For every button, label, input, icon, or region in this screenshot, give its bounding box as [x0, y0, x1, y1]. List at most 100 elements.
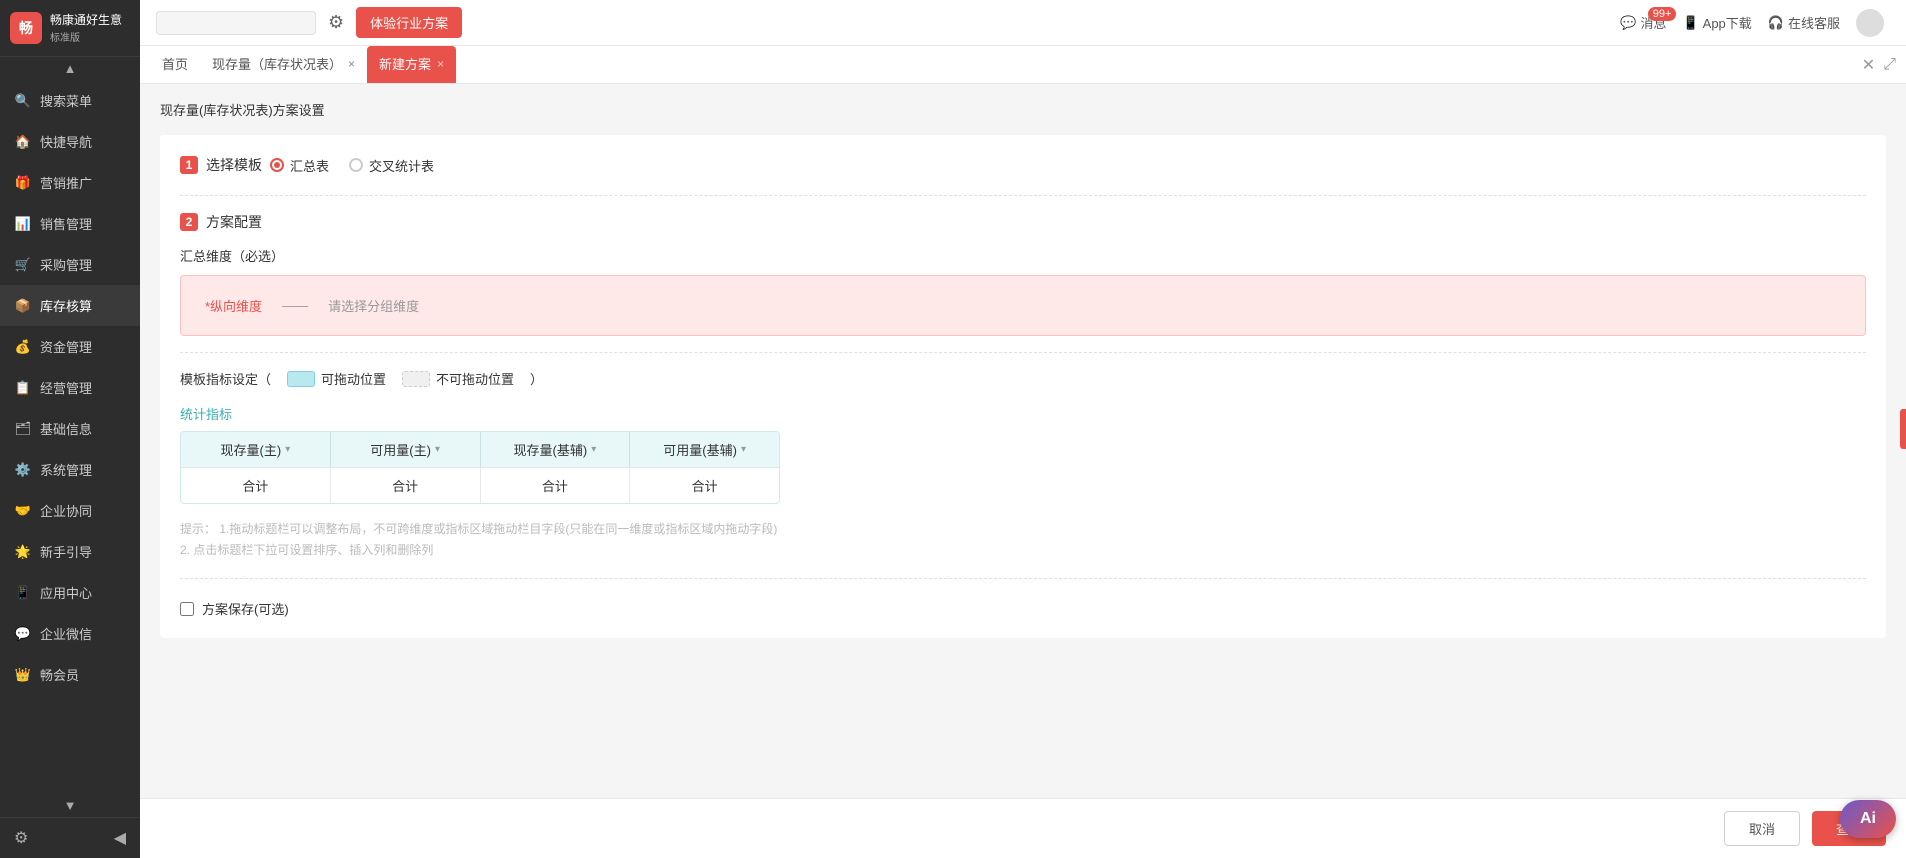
settings-footer-icon[interactable]: ⚙ [14, 828, 28, 848]
main: ⚙ 体验行业方案 💬 消息 99+ 📱 App下载 🎧 在线客服 [140, 0, 1906, 858]
template-label-prefix: 模板指标设定（ [180, 369, 271, 388]
mobile-icon: 📱 [14, 584, 32, 602]
money-icon: 💰 [14, 338, 32, 356]
mobile-download-icon: 📱 [1682, 15, 1698, 31]
right-edge-handle[interactable] [1900, 409, 1906, 449]
stats-data-1: 合计 [331, 468, 481, 503]
section-divider-3 [180, 578, 1866, 579]
topbar-right: 💬 消息 99+ 📱 App下载 🎧 在线客服 [1620, 9, 1890, 37]
tabs-controls: ✕ ⤢ [1862, 55, 1896, 75]
message-badge: 99+ [1648, 7, 1677, 21]
sidebar-item-inventory[interactable]: 📦 库存核算 [0, 285, 140, 326]
save-checkbox[interactable] [180, 602, 194, 616]
sidebar-item-operation[interactable]: 📋 经营管理 [0, 367, 140, 408]
tips-section: 提示： 1.拖动标题栏可以调整布局，不可跨维度或指标区域拖动栏目字段(只能在同一… [180, 520, 1866, 558]
section-2: 2 方案配置 汇总维度（必选） *纵向维度 —— 请选择分组维度 模板指标设定（ [180, 212, 1866, 558]
trial-btn[interactable]: 体验行业方案 [356, 7, 462, 38]
dim-field-label: *纵向维度 [205, 296, 262, 315]
stats-data-3: 合计 [630, 468, 779, 503]
sidebar-item-marketing[interactable]: 🎁 营销推广 [0, 162, 140, 203]
sidebar-scroll-up[interactable]: ▲ [0, 57, 140, 80]
section-1-header: 1 选择模板 汇总表 交叉统计表 [180, 155, 1866, 175]
sidebar-item-appstore[interactable]: 📱 应用中心 [0, 572, 140, 613]
sidebar-item-corporate[interactable]: 🤝 企业协同 [0, 490, 140, 531]
topbar-settings-icon[interactable]: ⚙ [328, 12, 344, 33]
folder-icon: 🗂 [14, 420, 32, 438]
cancel-button[interactable]: 取消 [1724, 811, 1800, 846]
stats-data-2: 合计 [481, 468, 631, 503]
section-2-header: 2 方案配置 [180, 212, 1866, 232]
topbar: ⚙ 体验行业方案 💬 消息 99+ 📱 App下载 🎧 在线客服 [140, 0, 1906, 46]
sidebar-item-wechat[interactable]: 💬 企业微信 [0, 613, 140, 654]
chevron-down-icon-2: ▾ [591, 444, 596, 455]
topbar-message[interactable]: 💬 消息 99+ [1620, 13, 1666, 32]
box-icon: 📦 [14, 297, 32, 315]
radio-summary[interactable]: 汇总表 [270, 156, 329, 175]
tab-new-scheme-close[interactable]: × [437, 57, 444, 71]
sidebar-item-basic[interactable]: 🗂 基础信息 [0, 408, 140, 449]
sidebar-nav: 🔍 搜索菜单 🏠 快捷导航 🎁 营销推广 📊 销售管理 🛒 采购管理 📦 库存核… [0, 80, 140, 794]
ai-button[interactable]: Ai [1840, 800, 1896, 838]
section-2-num: 2 [180, 213, 198, 231]
save-option-row: 方案保存(可选) [180, 599, 1866, 618]
stats-col-2[interactable]: 现存量(基辅) ▾ [481, 432, 631, 467]
chevron-down-icon-3: ▾ [741, 444, 746, 455]
stats-data-0: 合计 [181, 468, 331, 503]
sidebar-item-quicknav[interactable]: 🏠 快捷导航 [0, 121, 140, 162]
stats-data-row: 合计 合计 合计 合计 [181, 467, 779, 503]
sidebar-item-system[interactable]: ⚙️ 系统管理 [0, 449, 140, 490]
settings-panel: 1 选择模板 汇总表 交叉统计表 [160, 135, 1886, 638]
sidebar-item-guide[interactable]: 🌟 新手引导 [0, 531, 140, 572]
section-1: 1 选择模板 汇总表 交叉统计表 [180, 155, 1866, 175]
stats-col-1[interactable]: 可用量(主) ▾ [331, 432, 481, 467]
sidebar-logo-text: 畅康通好生意 标准版 [50, 12, 122, 44]
tab-expand-btn[interactable]: ⤢ [1883, 55, 1896, 75]
legend-non-draggable: 不可拖动位置 [402, 369, 514, 388]
template-indicator-row: 模板指标设定（ 可拖动位置 不可拖动位置 ） [180, 369, 1866, 388]
handshake-icon: 🤝 [14, 502, 32, 520]
headset-icon: 🎧 [1768, 15, 1784, 31]
message-icon: 💬 [1620, 15, 1636, 31]
cart-icon: 🛒 [14, 256, 32, 274]
topbar-app[interactable]: 📱 App下载 [1682, 13, 1751, 32]
sidebar-logo-icon: 畅 [10, 12, 42, 44]
topbar-user[interactable] [1856, 9, 1890, 37]
template-label-suffix: ） [530, 369, 543, 388]
dim-label: 汇总维度（必选） [180, 246, 1866, 265]
template-radio-group: 汇总表 交叉统计表 [270, 156, 434, 175]
sidebar-item-search[interactable]: 🔍 搜索菜单 [0, 80, 140, 121]
tab-inventory-close[interactable]: × [348, 57, 355, 71]
section-1-title: 选择模板 [206, 155, 262, 175]
home-icon: 🏠 [14, 133, 32, 151]
dim-area[interactable]: *纵向维度 —— 请选择分组维度 [180, 275, 1866, 336]
sidebar-item-purchase[interactable]: 🛒 采购管理 [0, 244, 140, 285]
tab-new-scheme[interactable]: 新建方案 × [367, 46, 456, 83]
chat-icon: 💬 [14, 625, 32, 643]
draggable-box [287, 371, 315, 387]
page-title: 现存量(库存状况表)方案设置 [160, 100, 1886, 119]
clipboard-icon: 📋 [14, 379, 32, 397]
collapse-icon[interactable]: ◀ [114, 828, 126, 848]
radio-cross[interactable]: 交叉统计表 [349, 156, 434, 175]
sidebar-scroll-down[interactable]: ▼ [0, 794, 140, 817]
topbar-service[interactable]: 🎧 在线客服 [1768, 13, 1840, 32]
gear-icon: ⚙️ [14, 461, 32, 479]
non-draggable-box [402, 371, 430, 387]
tab-close-btn[interactable]: ✕ [1862, 55, 1875, 75]
tab-inventory[interactable]: 现存量（库存状况表） × [200, 46, 367, 83]
topbar-search-input[interactable] [156, 11, 316, 35]
legend-draggable: 可拖动位置 [287, 369, 386, 388]
stats-col-0[interactable]: 现存量(主) ▾ [181, 432, 331, 467]
sidebar-item-member[interactable]: 👑 畅会员 [0, 654, 140, 695]
radio-dot-summary [270, 158, 284, 172]
bottom-bar: 取消 查询 [140, 798, 1906, 858]
tab-home[interactable]: 首页 [150, 46, 200, 83]
sidebar-item-finance[interactable]: 💰 资金管理 [0, 326, 140, 367]
star-icon: 🌟 [14, 543, 32, 561]
stats-col-3[interactable]: 可用量(基辅) ▾ [630, 432, 779, 467]
sidebar-item-sales[interactable]: 📊 销售管理 [0, 203, 140, 244]
section-2-title: 方案配置 [206, 212, 262, 232]
dim-placeholder: 请选择分组维度 [328, 296, 419, 315]
chevron-down-icon-1: ▾ [435, 444, 440, 455]
tabs-bar: 首页 现存量（库存状况表） × 新建方案 × ✕ ⤢ [140, 46, 1906, 84]
